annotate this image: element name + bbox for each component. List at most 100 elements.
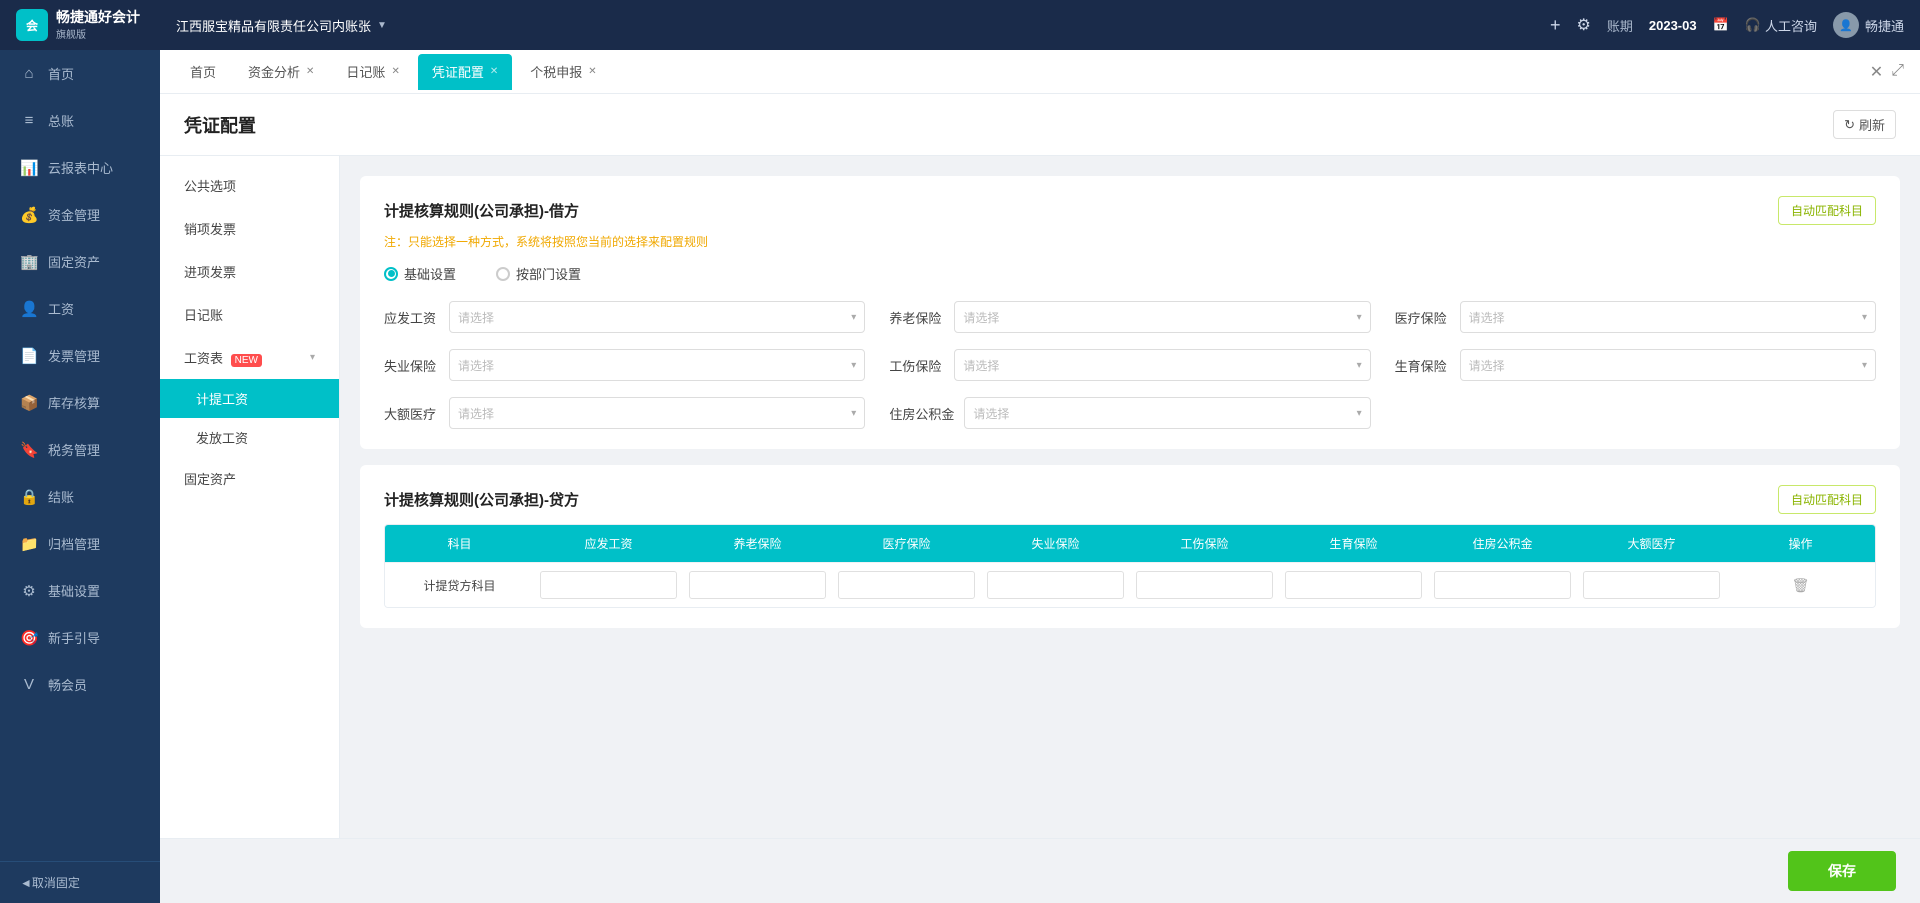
tab-tax-close-icon[interactable]: ✕ (588, 66, 596, 77)
settings-button[interactable]: ⚙ (1577, 15, 1591, 35)
select-zhufang[interactable]: 请选择 ▾ (964, 397, 1370, 429)
input-yiliao[interactable] (838, 571, 975, 599)
assets-icon: 🏢 (20, 253, 38, 271)
td-yanglao-input[interactable] (683, 563, 832, 607)
tab-journal[interactable]: 日记账 ✕ (332, 54, 413, 90)
invoices-icon: 📄 (20, 347, 38, 365)
tab-funds[interactable]: 资金分析 ✕ (234, 54, 328, 90)
input-shiye[interactable] (987, 571, 1124, 599)
nav-item-journal[interactable]: 日记账 (160, 293, 339, 336)
input-yanglao[interactable] (689, 571, 826, 599)
select-shengyu-arrow: ▾ (1862, 360, 1867, 371)
sidebar-item-home[interactable]: ⌂ 首页 (0, 50, 160, 97)
tab-journal-close-icon[interactable]: ✕ (391, 66, 399, 77)
new-badge: NEW (231, 354, 262, 367)
sidebar-item-basic[interactable]: ⚙ 基础设置 (0, 567, 160, 614)
sidebar-item-salary[interactable]: 👤 工资 (0, 285, 160, 332)
select-shiye[interactable]: 请选择 ▾ (449, 349, 865, 381)
select-yanglao[interactable]: 请选择 ▾ (954, 301, 1370, 333)
td-yiliao-input[interactable] (832, 563, 981, 607)
tax-icon: 🔖 (20, 441, 38, 459)
sidebar-item-ledger[interactable]: ≡ 总账 (0, 97, 160, 144)
cancel-fixed-button[interactable]: ◄取消固定 (0, 861, 160, 903)
field-zhufang: 住房公积金 请选择 ▾ (889, 397, 1370, 429)
select-shengyu[interactable]: 请选择 ▾ (1460, 349, 1876, 381)
home-icon: ⌂ (20, 65, 38, 82)
debit-section-header: 计提核算规则(公司承担)-借方 自动匹配科目 (384, 196, 1876, 225)
sidebar-item-inventory[interactable]: 📦 库存核算 (0, 379, 160, 426)
tab-funds-close-icon[interactable]: ✕ (306, 66, 314, 77)
radio-dept[interactable]: 按部门设置 (496, 264, 581, 283)
ledger-icon: ≡ (20, 112, 38, 129)
input-dae-yiliao[interactable] (1583, 571, 1720, 599)
input-yf-gongzi[interactable] (540, 571, 677, 599)
sidebar-item-close[interactable]: 🔒 结账 (0, 473, 160, 520)
sidebar-item-invoices[interactable]: 📄 发票管理 (0, 332, 160, 379)
debit-section: 计提核算规则(公司承担)-借方 自动匹配科目 注：只能选择一种方式，系统将按照您… (360, 176, 1900, 449)
radio-dept-label: 按部门设置 (516, 264, 581, 283)
company-selector[interactable]: 江西服宝精品有限责任公司内账张 ▼ (176, 16, 1550, 35)
save-button[interactable]: 保存 (1788, 851, 1896, 891)
th-shiye: 失业保险 (981, 525, 1130, 562)
nav-item-fixed-assets[interactable]: 固定资产 (160, 457, 339, 500)
tab-tax-label: 个税申报 (530, 62, 582, 81)
td-dae-yiliao-input[interactable] (1577, 563, 1726, 607)
sidebar-label-close: 结账 (48, 487, 74, 506)
tab-home[interactable]: 首页 (176, 54, 230, 90)
credit-auto-match-button[interactable]: 自动匹配科目 (1778, 485, 1876, 514)
td-delete[interactable]: 🗑 (1726, 569, 1875, 602)
select-dae-yiliao[interactable]: 请选择 ▾ (449, 397, 865, 429)
th-operation: 操作 (1726, 525, 1875, 562)
select-gongshang[interactable]: 请选择 ▾ (954, 349, 1370, 381)
sidebar-item-assets[interactable]: 🏢 固定资产 (0, 238, 160, 285)
select-yiliao[interactable]: 请选择 ▾ (1460, 301, 1876, 333)
sidebar-item-archive[interactable]: 📁 归档管理 (0, 520, 160, 567)
input-shengyu[interactable] (1285, 571, 1422, 599)
save-bar: 保存 (160, 838, 1920, 903)
support-button[interactable]: 🎧 人工咨询 (1745, 16, 1817, 35)
debit-auto-match-button[interactable]: 自动匹配科目 (1778, 196, 1876, 225)
th-yanglao: 养老保险 (683, 525, 832, 562)
label-shiye: 失业保险 (384, 356, 439, 375)
add-button[interactable]: + (1550, 15, 1561, 36)
refresh-label: 刷新 (1859, 115, 1885, 134)
input-gongshang[interactable] (1136, 571, 1273, 599)
refresh-button[interactable]: ↻ 刷新 (1833, 110, 1896, 139)
nav-item-purchase[interactable]: 进项发票 (160, 250, 339, 293)
field-shiye: 失业保险 请选择 ▾ (384, 349, 865, 381)
input-zhufang[interactable] (1434, 571, 1571, 599)
period-label: 账期 (1607, 16, 1633, 35)
sidebar-item-reports[interactable]: 📊 云报表中心 (0, 144, 160, 191)
archive-icon: 📁 (20, 535, 38, 553)
delete-row-icon[interactable]: 🗑 (1792, 577, 1810, 593)
select-yf-gongzi[interactable]: 请选择 ▾ (449, 301, 865, 333)
chevron-salary-icon: ▾ (310, 352, 315, 363)
sidebar-item-tax[interactable]: 🔖 税务管理 (0, 426, 160, 473)
radio-basic[interactable]: 基础设置 (384, 264, 456, 283)
radio-basic-circle (384, 267, 398, 281)
td-shengyu-input[interactable] (1279, 563, 1428, 607)
td-yf-gongzi-input[interactable] (534, 563, 683, 607)
sidebar-item-guide[interactable]: 🎯 新手引导 (0, 614, 160, 661)
app-name: 畅捷通好会计 (56, 9, 140, 26)
td-shiye-input[interactable] (981, 563, 1130, 607)
td-zhufang-input[interactable] (1428, 563, 1577, 607)
td-gongshang-input[interactable] (1130, 563, 1279, 607)
nav-item-salary-table[interactable]: 工资表 NEW ▾ (160, 336, 339, 379)
tab-voucher-close-icon[interactable]: ✕ (490, 66, 498, 77)
close-all-tabs-button[interactable]: ✕ (1870, 62, 1883, 82)
vip-icon: V (20, 676, 38, 693)
tab-tax[interactable]: 个税申报 ✕ (516, 54, 610, 90)
nav-subitem-calc-salary[interactable]: 计提工资 (160, 379, 339, 418)
nav-subitem-pay-salary[interactable]: 发放工资 (160, 418, 339, 457)
app-sub: 旗舰版 (56, 26, 140, 41)
tab-voucher[interactable]: 凭证配置 ✕ (418, 54, 512, 90)
nav-item-sales[interactable]: 销项发票 (160, 207, 339, 250)
sidebar-item-funds[interactable]: 💰 资金管理 (0, 191, 160, 238)
calendar-icon[interactable]: 📅 (1713, 17, 1729, 33)
sidebar-item-vip[interactable]: V 畅会员 (0, 661, 160, 708)
th-shengyu: 生育保险 (1279, 525, 1428, 562)
expand-tab-button[interactable]: ⤢ (1891, 62, 1904, 82)
field-shengyu: 生育保险 请选择 ▾ (1395, 349, 1876, 381)
nav-item-public[interactable]: 公共选项 (160, 164, 339, 207)
